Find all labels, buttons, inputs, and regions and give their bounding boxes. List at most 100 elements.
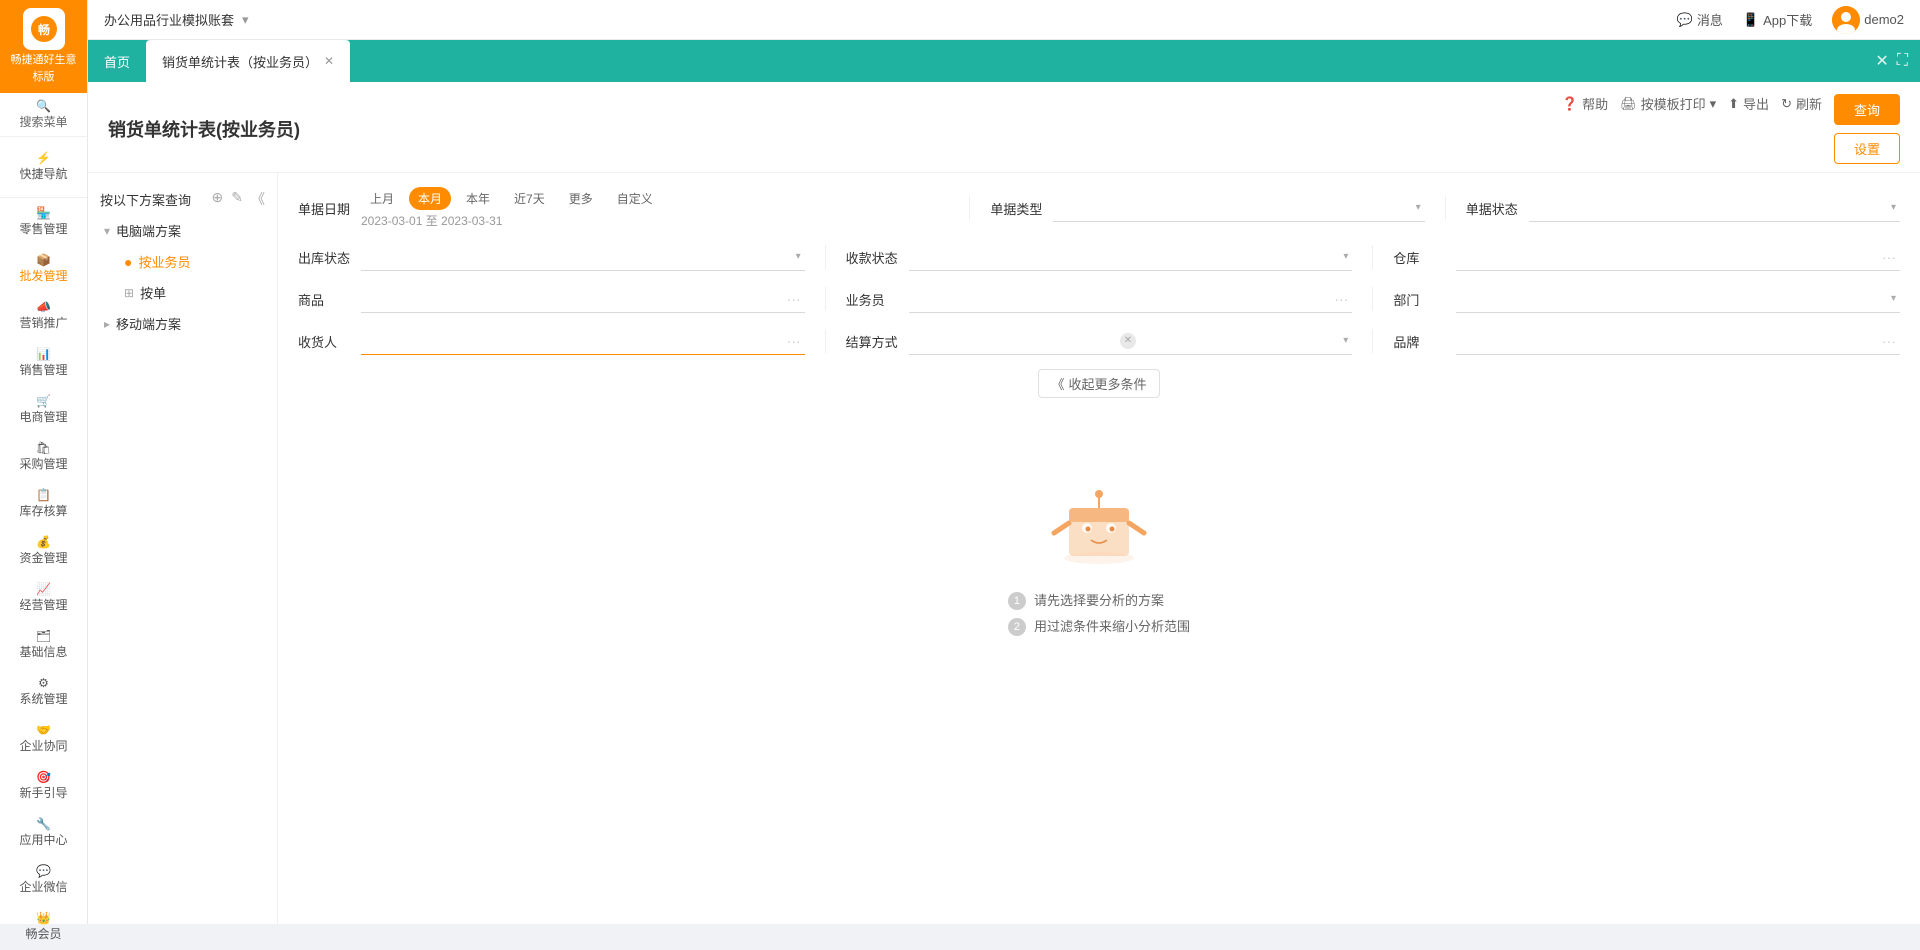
edit-scheme-icon[interactable]: ✎	[231, 189, 243, 209]
current-company[interactable]: 办公用品行业模拟账套	[104, 10, 234, 29]
sidebar-item-search[interactable]: 🔍 搜索菜单	[0, 93, 87, 137]
filter-goods: 商品 ···	[298, 285, 805, 313]
help-label: 帮助	[1582, 94, 1608, 113]
sidebar-logo[interactable]: 畅 畅捷通好生意 标版	[0, 0, 87, 93]
date-btn-thismonth[interactable]: 本月	[409, 187, 451, 210]
collapse-btn[interactable]: 《 收起更多条件	[1038, 369, 1159, 398]
sidebar-item-inventory[interactable]: 📋 库存核算	[0, 480, 87, 527]
sidebar-item-label: 销售管理	[19, 361, 67, 378]
collapse-panel-icon[interactable]	[251, 189, 265, 209]
tab-close-icon[interactable]: ✕	[324, 54, 334, 68]
maximize-btn[interactable]: ⛶	[1897, 52, 1908, 70]
app-download-btn[interactable]: 📱 App下载	[1743, 10, 1812, 29]
sidebar-item-retail[interactable]: 🏪 零售管理	[0, 198, 87, 245]
warehouse-select[interactable]: ···	[1456, 243, 1900, 271]
sidebar-item-label: 快捷导航	[19, 165, 67, 182]
help-btn[interactable]: ❓ 帮助	[1562, 94, 1608, 113]
date-btn-thisyear[interactable]: 本年	[457, 187, 499, 210]
dept-select[interactable]	[1456, 285, 1900, 313]
order-tree-icon: ⊞	[124, 286, 134, 300]
sidebar-item-ops[interactable]: 📈 经营管理	[0, 574, 87, 621]
sidebar-item-appcenter[interactable]: 🔧 应用中心	[0, 809, 87, 856]
divider-8	[1372, 329, 1373, 353]
template-print-btn[interactable]: 🖨 按模板打印 ▾	[1620, 94, 1716, 113]
divider-5	[825, 287, 826, 311]
filter-brand: 品牌 ···	[1393, 327, 1900, 355]
receiver-label: 收货人	[298, 332, 353, 351]
divider-3	[825, 245, 826, 269]
receiver-select[interactable]: ···	[361, 327, 805, 355]
sidebar-item-ecommerce[interactable]: 🛒 电商管理	[0, 386, 87, 433]
tree-item-pc[interactable]: ▾ 电脑端方案	[88, 215, 277, 246]
date-btn-custom[interactable]: 自定义	[608, 187, 662, 210]
sidebar-item-quicknav[interactable]: ⚡ 快捷导航	[0, 141, 87, 193]
settle-select[interactable]: ✕	[909, 327, 1353, 355]
export-btn[interactable]: ⬆ 导出	[1728, 94, 1769, 113]
sidebar-item-marketing[interactable]: 📣 营销推广	[0, 292, 87, 339]
message-btn[interactable]: 💬 消息	[1677, 10, 1723, 29]
date-btn-lastmonth[interactable]: 上月	[361, 187, 403, 210]
sidebar-item-basicinfo[interactable]: 🗂 基础信息	[0, 621, 87, 668]
ecommerce-icon: 🛒	[36, 394, 51, 408]
sidebar-item-label: 基础信息	[19, 643, 67, 660]
tree-item-by-order[interactable]: ⊞ 按单	[116, 277, 277, 308]
retail-icon: 🏪	[36, 206, 51, 220]
sidebar-item-newguide[interactable]: 🎯 新手引导	[0, 762, 87, 809]
sidebar-item-member[interactable]: 👑 畅会员	[0, 903, 87, 950]
salesperson-select[interactable]: ···	[909, 285, 1353, 313]
sidebar-item-sales[interactable]: 📊 销售管理	[0, 339, 87, 386]
receiver-dots[interactable]: ···	[787, 333, 801, 349]
sidebar-item-label: 营销推广	[19, 314, 67, 331]
close-tab-btn[interactable]: ✕	[1875, 51, 1888, 71]
refresh-btn[interactable]: ↻ 刷新	[1781, 94, 1822, 113]
sidebar-item-wholesale[interactable]: 📦 批发管理	[0, 245, 87, 292]
settings-button[interactable]: 设置	[1834, 133, 1900, 164]
sidebar-item-purchase[interactable]: 🛍 采购管理	[0, 433, 87, 480]
warehouse-dots[interactable]: ···	[1882, 249, 1896, 265]
settle-clear-btn[interactable]: ✕	[1120, 333, 1136, 349]
add-scheme-icon[interactable]: ⊕	[212, 189, 224, 209]
tab-report[interactable]: 销货单统计表（按业务员） ✕	[146, 40, 350, 82]
docstatus-select[interactable]	[1529, 194, 1900, 222]
logo-icon: 畅	[23, 8, 65, 50]
docstatus-caret	[1891, 202, 1896, 213]
tab-home[interactable]: 首页	[88, 40, 146, 82]
phone-icon: 📱	[1743, 12, 1759, 28]
tree-item-order-label: 按单	[140, 283, 166, 302]
salesperson-dots[interactable]: ···	[1334, 291, 1348, 307]
dropdown-icon[interactable]: ▾	[242, 12, 249, 28]
user-profile[interactable]: demo2	[1832, 6, 1904, 34]
filter-row-4: 收货人 ··· 结算方式 ✕	[298, 327, 1900, 355]
date-btn-more[interactable]: 更多	[560, 187, 602, 210]
sidebar-item-system[interactable]: ⚙ 系统管理	[0, 668, 87, 715]
basicinfo-icon: 🗂	[36, 629, 51, 643]
collapse-up-icon: 《	[1051, 374, 1064, 393]
settle-caret	[1343, 335, 1348, 346]
sidebar-item-label: 企业微信	[19, 878, 67, 895]
collab-icon: 🤝	[36, 723, 51, 737]
receiptstatus-caret	[1343, 251, 1348, 262]
refresh-label: 刷新	[1796, 94, 1822, 113]
doctype-label: 单据类型	[990, 199, 1045, 218]
marketing-icon: 📣	[36, 300, 51, 314]
doctype-select[interactable]	[1053, 194, 1424, 222]
newguide-icon: 🎯	[36, 770, 51, 784]
tree-item-by-salesperson[interactable]: ● 按业务员	[116, 246, 277, 277]
outstatus-select[interactable]	[361, 243, 805, 271]
brand-select[interactable]: ···	[1456, 327, 1900, 355]
settle-label: 结算方式	[846, 332, 901, 351]
tree-item-salesperson-label: 按业务员	[138, 252, 190, 271]
empty-illustration	[1039, 468, 1159, 568]
sidebar-item-collab[interactable]: 🤝 企业协同	[0, 715, 87, 762]
goods-dots[interactable]: ···	[787, 291, 801, 307]
brand-dots[interactable]: ···	[1882, 333, 1896, 349]
date-btn-7days[interactable]: 近7天	[505, 187, 554, 210]
sidebar-item-finance[interactable]: 💰 资金管理	[0, 527, 87, 574]
tree-item-mobile[interactable]: ▸ 移动端方案	[88, 308, 277, 339]
receiptstatus-select[interactable]	[909, 243, 1353, 271]
sidebar-item-workwechat[interactable]: 💬 企业微信	[0, 856, 87, 903]
goods-select[interactable]: ···	[361, 285, 805, 313]
query-button[interactable]: 查询	[1834, 94, 1900, 125]
sidebar-group-nav: ⚡ 快捷导航	[0, 137, 87, 198]
topbar-right: 💬 消息 📱 App下载 demo2	[1677, 6, 1904, 34]
